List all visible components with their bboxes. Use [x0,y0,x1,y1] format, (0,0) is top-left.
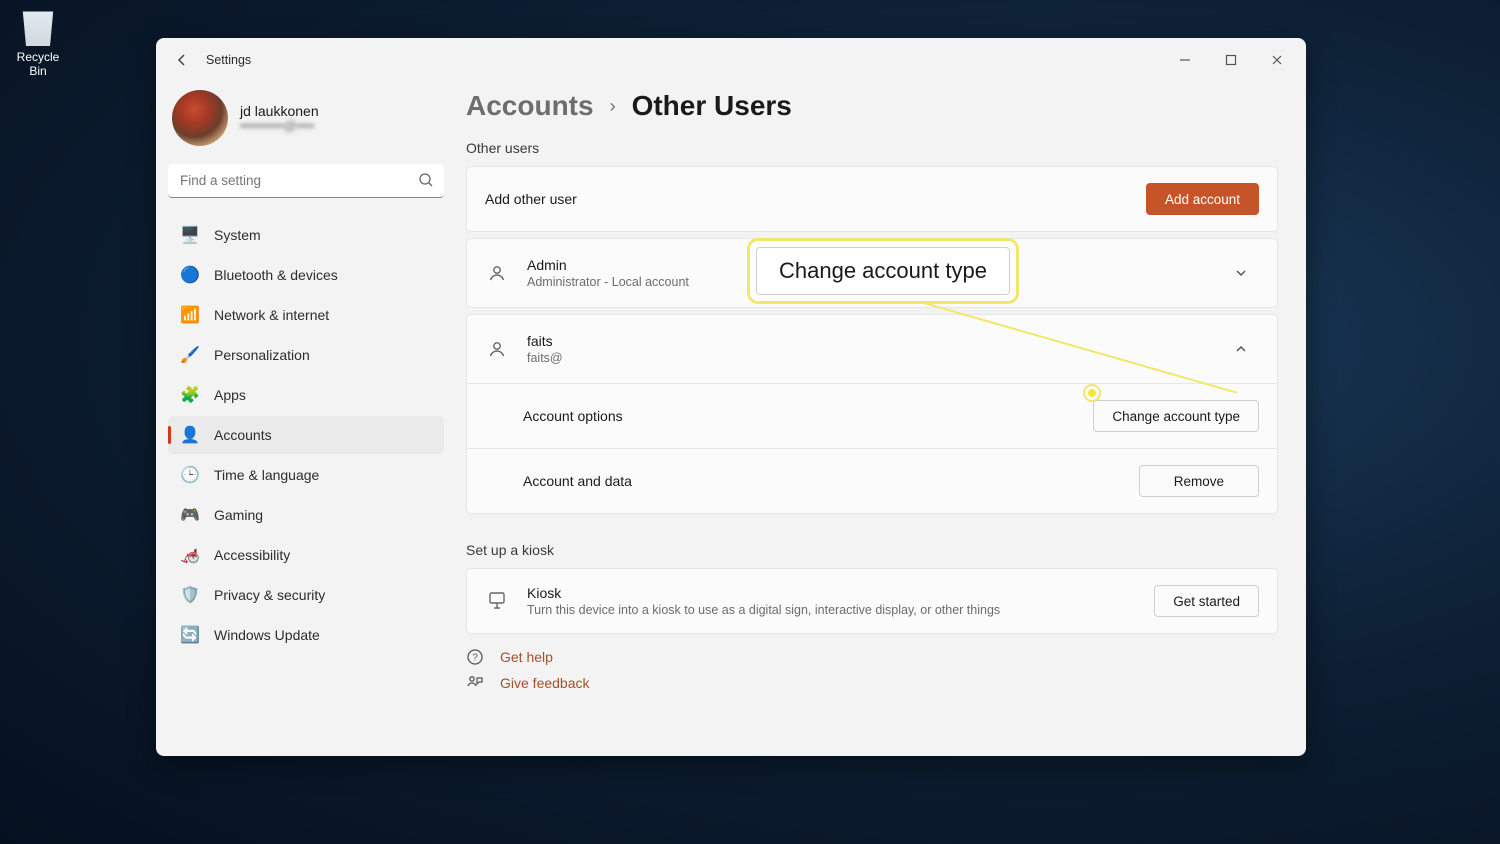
avatar [172,90,228,146]
window-title: Settings [206,53,251,67]
feedback-icon [466,674,486,692]
get-help-link[interactable]: Get help [500,649,553,665]
desktop-recycle-bin[interactable]: Recycle Bin [8,4,68,78]
settings-window: Settings jd laukkonen ••••••••••@•••• [156,38,1306,756]
kiosk-icon [485,589,509,613]
account-data-row: Account and data Remove [467,448,1277,513]
sidebar: jd laukkonen ••••••••••@•••• 🖥️System 🔵B… [156,82,456,756]
breadcrumb-current: Other Users [632,90,792,122]
window-controls [1162,40,1300,80]
clock-icon: 🕒 [180,465,200,485]
user-faits-name: faits [527,333,1223,349]
nav-update[interactable]: 🔄Windows Update [168,616,444,654]
chevron-right-icon: › [610,96,616,117]
remove-button[interactable]: Remove [1139,465,1259,497]
recycle-bin-label: Recycle Bin [8,50,68,78]
minimize-icon [1179,54,1191,66]
minimize-button[interactable] [1162,40,1208,80]
titlebar: Settings [156,38,1306,82]
collapse-faits[interactable] [1223,331,1259,367]
kiosk-card: Kiosk Turn this device into a kiosk to u… [466,568,1278,634]
close-icon [1271,54,1283,66]
close-button[interactable] [1254,40,1300,80]
gamepad-icon: 🎮 [180,505,200,525]
profile-email: ••••••••••@•••• [240,119,319,133]
annotation-dot [1085,386,1099,400]
add-other-user-card: Add other user Add account [466,166,1278,232]
chevron-down-icon [1234,266,1248,280]
expand-admin[interactable] [1223,255,1259,291]
feedback-row: Give feedback [466,674,1278,692]
search-icon [418,172,434,188]
shield-icon: 🛡️ [180,585,200,605]
nav-accounts[interactable]: 👤Accounts [168,416,444,454]
get-help-row: ? Get help [466,648,1278,666]
nav-bluetooth[interactable]: 🔵Bluetooth & devices [168,256,444,294]
user-faits-header[interactable]: faits faits@ [467,315,1277,383]
apps-icon: 🧩 [180,385,200,405]
section-kiosk: Set up a kiosk [466,542,1278,558]
section-other-users: Other users [466,140,1278,156]
bluetooth-icon: 🔵 [180,265,200,285]
give-feedback-link[interactable]: Give feedback [500,675,590,691]
nav-network[interactable]: 📶Network & internet [168,296,444,334]
change-account-type-button[interactable]: Change account type [1093,400,1259,432]
nav-personalization[interactable]: 🖌️Personalization [168,336,444,374]
nav-system[interactable]: 🖥️System [168,216,444,254]
brush-icon: 🖌️ [180,345,200,365]
back-button[interactable] [162,40,202,80]
accessibility-icon: 🦽 [180,545,200,565]
svg-text:?: ? [472,653,478,664]
user-faits-card: faits faits@ Account options Change acco… [466,314,1278,514]
person-icon: 👤 [180,425,200,445]
account-options-row: Account options Change account type [467,383,1277,448]
maximize-icon [1225,54,1237,66]
nav-accessibility[interactable]: 🦽Accessibility [168,536,444,574]
profile-block[interactable]: jd laukkonen ••••••••••@•••• [168,82,444,164]
nav-gaming[interactable]: 🎮Gaming [168,496,444,534]
chevron-up-icon [1234,342,1248,356]
nav: 🖥️System 🔵Bluetooth & devices 📶Network &… [168,216,444,654]
recycle-bin-icon [18,4,58,46]
kiosk-title: Kiosk [527,585,1154,601]
account-options-label: Account options [523,408,1093,424]
search-box [168,164,444,198]
update-icon: 🔄 [180,625,200,645]
arrow-left-icon [174,52,190,68]
search-input[interactable] [168,164,444,198]
kiosk-sub: Turn this device into a kiosk to use as … [527,603,1154,617]
nav-time[interactable]: 🕒Time & language [168,456,444,494]
annotation-text: Change account type [756,247,1010,295]
display-icon: 🖥️ [180,225,200,245]
person-icon [485,261,509,285]
annotation-callout: Change account type [750,241,1016,301]
account-data-label: Account and data [523,473,1139,489]
nav-privacy[interactable]: 🛡️Privacy & security [168,576,444,614]
profile-name: jd laukkonen [240,103,319,119]
breadcrumb-parent[interactable]: Accounts [466,90,594,122]
maximize-button[interactable] [1208,40,1254,80]
get-started-button[interactable]: Get started [1154,585,1259,617]
add-account-button[interactable]: Add account [1146,183,1259,215]
breadcrumb: Accounts › Other Users [466,90,1278,122]
add-other-user-label: Add other user [485,191,1146,207]
wifi-icon: 📶 [180,305,200,325]
nav-apps[interactable]: 🧩Apps [168,376,444,414]
person-icon [485,337,509,361]
help-icon: ? [466,648,486,666]
content: Accounts › Other Users Other users Add o… [456,82,1306,756]
